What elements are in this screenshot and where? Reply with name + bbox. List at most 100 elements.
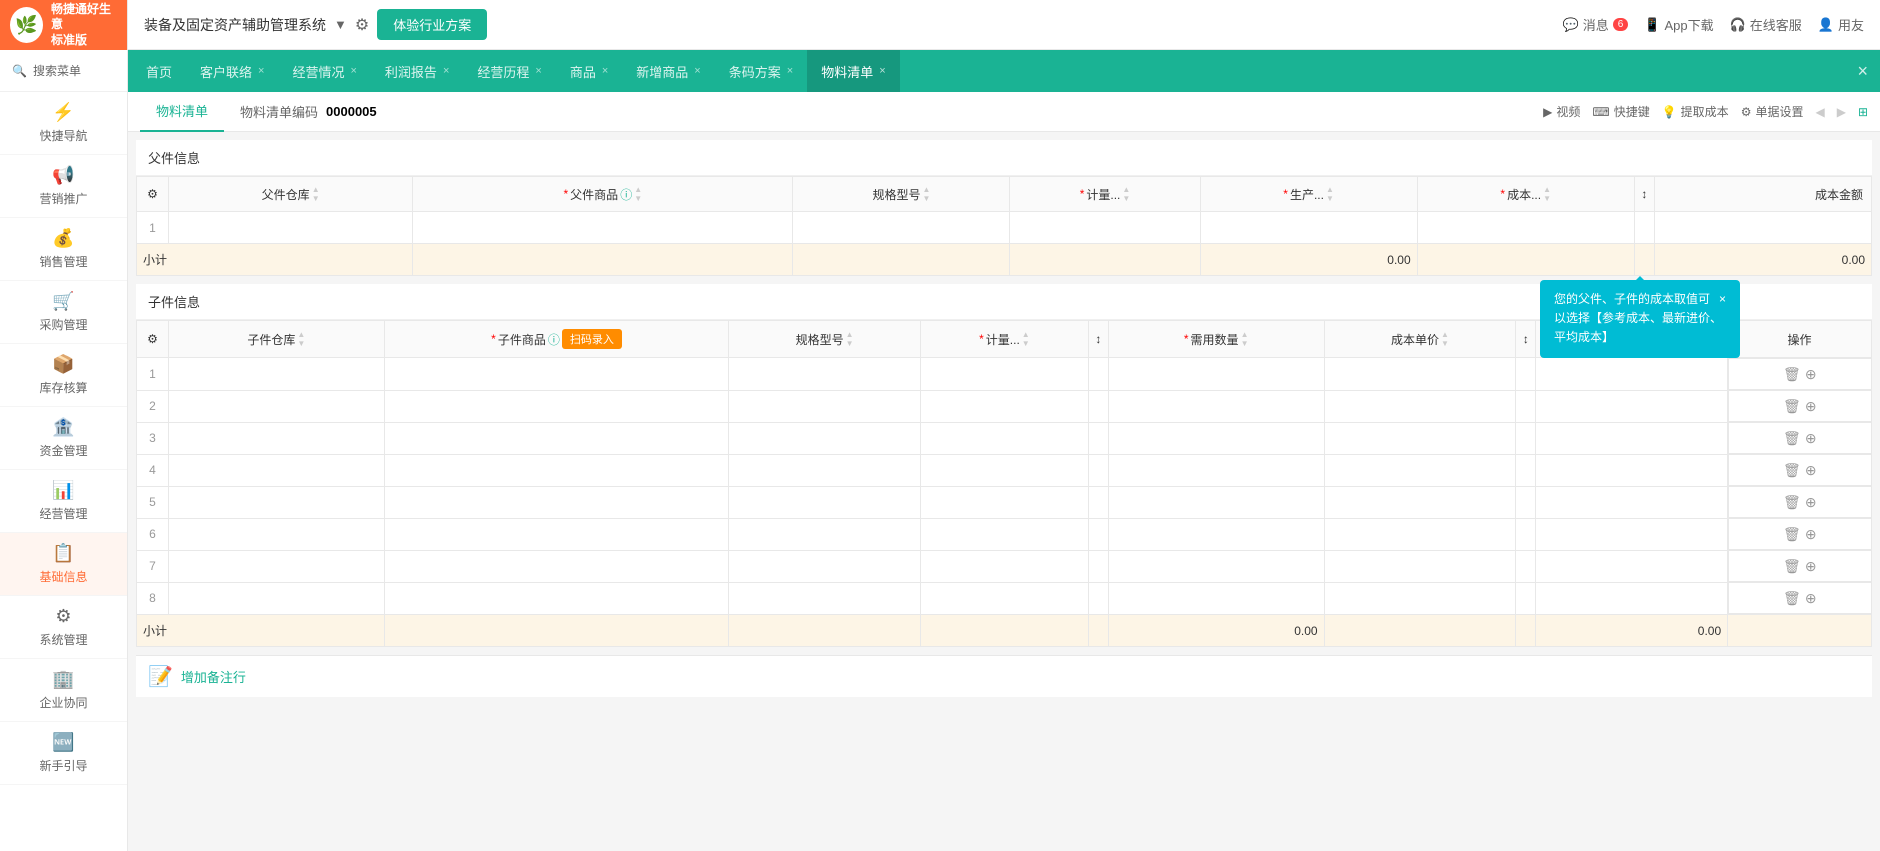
delete-icon[interactable]: 🗑 xyxy=(1783,462,1801,479)
spec-cell[interactable] xyxy=(793,212,1010,244)
warehouse-cell[interactable] xyxy=(169,390,385,422)
warehouse-cell[interactable] xyxy=(169,550,385,582)
goods-cell[interactable] xyxy=(384,454,728,486)
qty-cell[interactable] xyxy=(1108,422,1324,454)
unit-cell[interactable] xyxy=(1010,212,1200,244)
th-warehouse-child[interactable]: 子件仓库▲▼ xyxy=(169,321,385,358)
th-warehouse-parent[interactable]: 父件仓库▲▼ xyxy=(169,177,413,212)
warehouse-cell[interactable] xyxy=(169,358,385,391)
extract-cost-button[interactable]: 💡 提取成本 xyxy=(1662,103,1729,120)
tab-close-icon[interactable]: × xyxy=(879,65,885,77)
unit-cell[interactable] xyxy=(921,518,1089,550)
sidebar-item-system[interactable]: ⚙ 系统管理 xyxy=(0,596,127,659)
single-settings-button[interactable]: ⚙ 单据设置 xyxy=(1741,103,1804,120)
price-cell[interactable] xyxy=(1324,550,1516,582)
spec-cell[interactable] xyxy=(729,518,921,550)
tab-barcode[interactable]: 条码方案 × xyxy=(715,50,807,92)
warehouse-cell[interactable] xyxy=(169,518,385,550)
price-cell[interactable] xyxy=(1324,454,1516,486)
tab-goods[interactable]: 商品 × xyxy=(556,50,622,92)
close-all-tabs-button[interactable]: × xyxy=(1849,61,1876,82)
sidebar-item-operation[interactable]: 📊 经营管理 xyxy=(0,470,127,533)
tab-close-icon[interactable]: × xyxy=(350,65,356,77)
delete-icon[interactable]: 🗑 xyxy=(1783,526,1801,543)
delete-icon[interactable]: 🗑 xyxy=(1783,366,1801,383)
spec-cell[interactable] xyxy=(729,550,921,582)
nav-next-icon[interactable]: ▶ xyxy=(1837,105,1846,119)
th-spec-child[interactable]: 规格型号▲▼ xyxy=(729,321,921,358)
spec-cell[interactable] xyxy=(729,582,921,615)
th-sort-parent[interactable]: ↕ xyxy=(1634,177,1654,212)
sidebar-item-basic[interactable]: 📋 基础信息 xyxy=(0,533,127,596)
spec-cell[interactable] xyxy=(729,390,921,422)
th-spec-parent[interactable]: 规格型号▲▼ xyxy=(793,177,1010,212)
tab-operation[interactable]: 经营情况 × xyxy=(278,50,370,92)
unit-cell[interactable] xyxy=(921,390,1089,422)
spec-cell[interactable] xyxy=(729,422,921,454)
tab-customer[interactable]: 客户联络 × xyxy=(186,50,278,92)
goods-cell[interactable] xyxy=(384,582,728,615)
qty-cell[interactable] xyxy=(1108,454,1324,486)
copy-icon[interactable]: ⊕ xyxy=(1805,462,1817,479)
th-sort2-child[interactable]: ↕ xyxy=(1516,321,1536,358)
settings-icon[interactable]: ⚙ xyxy=(355,15,369,35)
price-cell[interactable] xyxy=(1324,582,1516,615)
sidebar-item-marketing[interactable]: 📢 营销推广 xyxy=(0,155,127,218)
price-cell[interactable] xyxy=(1324,486,1516,518)
subtab-bom[interactable]: 物料清单 xyxy=(140,92,224,132)
tooltip-close-button[interactable]: × xyxy=(1719,290,1726,309)
th-settings-parent[interactable]: ⚙ xyxy=(137,177,169,212)
th-cost-parent[interactable]: *成本...▲▼ xyxy=(1417,177,1634,212)
copy-icon[interactable]: ⊕ xyxy=(1805,558,1817,575)
production-cell[interactable] xyxy=(1200,212,1417,244)
shortcut-button[interactable]: ⌨ 快捷键 xyxy=(1592,103,1649,120)
goods-cell[interactable] xyxy=(384,390,728,422)
delete-icon[interactable]: 🗑 xyxy=(1783,430,1801,447)
sidebar-item-inventory[interactable]: 📦 库存核算 xyxy=(0,344,127,407)
goods-cell[interactable] xyxy=(384,550,728,582)
warehouse-cell[interactable] xyxy=(169,212,413,244)
unit-cell[interactable] xyxy=(921,486,1089,518)
th-goods-child[interactable]: *子件商品ⓘ 扫码录入 xyxy=(384,321,728,358)
th-price-child[interactable]: 成本单价▲▼ xyxy=(1324,321,1516,358)
goods-cell[interactable] xyxy=(384,358,728,391)
warehouse-cell[interactable] xyxy=(169,582,385,615)
th-unit-parent[interactable]: *计量...▲▼ xyxy=(1010,177,1200,212)
price-cell[interactable] xyxy=(1324,390,1516,422)
unit-cell[interactable] xyxy=(921,550,1089,582)
th-goods-parent[interactable]: *父件商品ⓘ▲▼ xyxy=(413,177,793,212)
tab-close-icon[interactable]: × xyxy=(602,65,608,77)
tab-close-icon[interactable]: × xyxy=(694,65,700,77)
tab-close-icon[interactable]: × xyxy=(535,65,541,77)
price-cell[interactable] xyxy=(1324,358,1516,391)
goods-cell[interactable] xyxy=(384,518,728,550)
th-unit-child[interactable]: *计量...▲▼ xyxy=(921,321,1089,358)
search-menu-button[interactable]: 🔍 搜索菜单 xyxy=(8,58,119,83)
unit-cell[interactable] xyxy=(921,358,1089,391)
tab-history[interactable]: 经营历程 × xyxy=(463,50,555,92)
price-cell[interactable] xyxy=(1324,422,1516,454)
tab-close-icon[interactable]: × xyxy=(787,65,793,77)
warehouse-cell[interactable] xyxy=(169,486,385,518)
copy-icon[interactable]: ⊕ xyxy=(1805,366,1817,383)
tab-home[interactable]: 首页 xyxy=(132,50,186,92)
th-qty-child[interactable]: *需用数量▲▼ xyxy=(1108,321,1324,358)
tab-close-icon[interactable]: × xyxy=(258,65,264,77)
add-note-label[interactable]: 增加备注行 xyxy=(181,667,246,686)
goods-cell[interactable] xyxy=(384,422,728,454)
tab-profit[interactable]: 利润报告 × xyxy=(371,50,463,92)
app-download-button[interactable]: 📱 App下载 xyxy=(1644,15,1713,34)
qty-cell[interactable] xyxy=(1108,582,1324,615)
scan-button[interactable]: 扫码录入 xyxy=(562,329,622,349)
copy-icon[interactable]: ⊕ xyxy=(1805,494,1817,511)
th-sort-child[interactable]: ↕ xyxy=(1088,321,1108,358)
delete-icon[interactable]: 🗑 xyxy=(1783,398,1801,415)
qty-cell[interactable] xyxy=(1108,390,1324,422)
copy-icon[interactable]: ⊕ xyxy=(1805,398,1817,415)
nav-prev-icon[interactable]: ◀ xyxy=(1815,105,1824,119)
view-video-button[interactable]: ▶ 视频 xyxy=(1543,103,1580,120)
warehouse-cell[interactable] xyxy=(169,422,385,454)
price-cell[interactable] xyxy=(1324,518,1516,550)
qty-cell[interactable] xyxy=(1108,550,1324,582)
sidebar-item-sales[interactable]: 💰 销售管理 xyxy=(0,218,127,281)
